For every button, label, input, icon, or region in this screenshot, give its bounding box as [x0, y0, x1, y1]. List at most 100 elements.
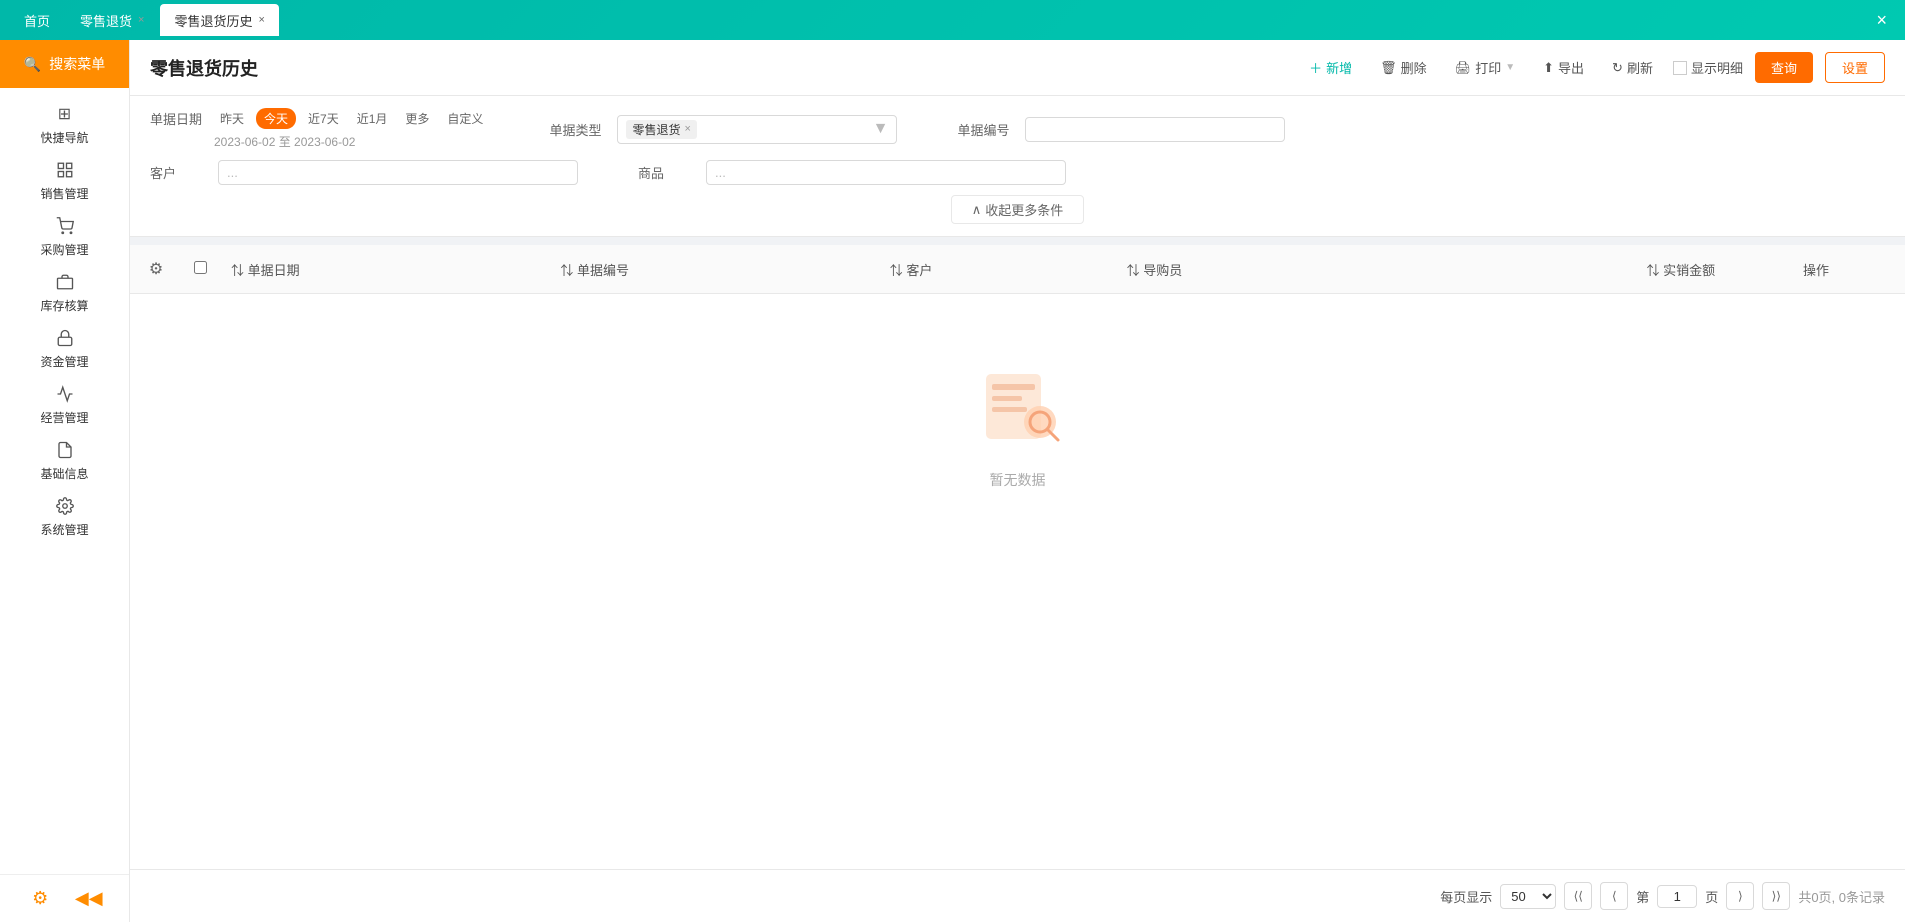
select-all-checkbox[interactable]	[194, 261, 207, 274]
sidebar-item-purchase[interactable]: 采购管理	[0, 208, 129, 264]
system-icon	[54, 495, 76, 517]
add-icon: ＋	[1309, 58, 1322, 77]
sidebar-item-inventory[interactable]: 库存核算	[0, 264, 129, 320]
date-btn-yesterday[interactable]: 昨天	[214, 108, 250, 129]
settings-gear-icon[interactable]: ⚙	[26, 885, 54, 913]
tab-list: 首页 零售退货 × 零售退货历史 ×	[10, 4, 1868, 36]
th-action-label: 操作	[1803, 263, 1829, 278]
first-page-btn[interactable]: ⟨⟨	[1564, 882, 1592, 910]
voucher-type-tag-close[interactable]: ×	[684, 123, 690, 135]
date-label: 单据日期	[150, 109, 210, 128]
per-page-select[interactable]: 50 10 20 100	[1500, 884, 1556, 909]
settings-button[interactable]: 设置	[1825, 52, 1885, 83]
refresh-icon: ↻	[1612, 60, 1623, 76]
th-customer-label: ⇅ 客户	[890, 263, 933, 278]
finance-icon	[54, 327, 76, 349]
tab-retail-return-history[interactable]: 零售退货历史 ×	[160, 4, 278, 36]
customer-placeholder: ...	[227, 165, 238, 180]
sidebar-item-finance[interactable]: 资金管理	[0, 320, 129, 376]
refresh-button[interactable]: ↻ 刷新	[1604, 54, 1661, 81]
voucher-type-tag: 零售退货 ×	[626, 120, 696, 139]
sidebar-item-system[interactable]: 系统管理	[0, 488, 129, 544]
th-customer[interactable]: ⇅ 客户	[878, 245, 1115, 294]
th-guide[interactable]: ⇅ 导购员	[1115, 245, 1398, 294]
page-input[interactable]	[1657, 885, 1697, 908]
page-total: 共0页, 0条记录	[1798, 887, 1885, 906]
th-date-label: ⇅ 单据日期	[231, 263, 300, 278]
voucher-no-filter: 单据编号	[957, 117, 1285, 142]
show-detail-wrap: 显示明细	[1673, 58, 1743, 77]
customer-select[interactable]: ...	[218, 160, 578, 185]
voucher-type-filter: 单据类型 零售退货 × ▼	[549, 115, 897, 144]
page-suffix: 页	[1705, 887, 1718, 906]
collapse-row: ∧ 收起更多条件	[150, 195, 1885, 224]
date-btn-custom[interactable]: 自定义	[441, 108, 489, 129]
query-button[interactable]: 查询	[1755, 52, 1813, 83]
print-icon: 🖨	[1455, 60, 1472, 76]
refresh-label: 刷新	[1627, 58, 1653, 77]
sidebar-item-label: 销售管理	[40, 185, 88, 202]
show-detail-checkbox[interactable]	[1673, 61, 1687, 75]
table-header-row: ⚙ ⇅ 单据日期 ⇅ 单据编号	[130, 245, 1905, 294]
date-btn-7days[interactable]: 近7天	[302, 108, 345, 129]
sidebar-item-label: 资金管理	[40, 353, 88, 370]
date-btn-more[interactable]: 更多	[399, 108, 435, 129]
print-label: 打印	[1475, 58, 1501, 77]
sidebar-item-operation[interactable]: 经营管理	[0, 376, 129, 432]
sidebar-item-sales[interactable]: 销售管理	[0, 152, 129, 208]
sales-icon	[54, 159, 76, 181]
sidebar-item-quick-nav[interactable]: ⊞ 快捷导航	[0, 96, 129, 152]
page-label: 第	[1636, 887, 1649, 906]
print-button[interactable]: 🖨 打印 ▼	[1447, 54, 1523, 81]
sidebar-item-basic-info[interactable]: 基础信息	[0, 432, 129, 488]
window-close-icon[interactable]: ×	[1868, 10, 1895, 31]
prev-page-btn[interactable]: ⟨	[1600, 882, 1628, 910]
next-page-btn[interactable]: ⟩	[1726, 882, 1754, 910]
filter-row-2: 客户 ... 商品 ...	[150, 160, 1885, 185]
date-btn-today[interactable]: 今天	[256, 108, 296, 129]
page-title: 零售退货历史	[150, 55, 258, 81]
empty-state: 暂无数据	[130, 294, 1905, 550]
last-page-btn[interactable]: ⟩⟩	[1762, 882, 1790, 910]
th-date[interactable]: ⇅ 单据日期	[219, 245, 548, 294]
sidebar-item-label: 库存核算	[40, 297, 88, 314]
voucher-type-dropdown-icon: ▼	[873, 120, 889, 138]
date-btn-1month[interactable]: 近1月	[351, 108, 394, 129]
th-checkbox	[182, 245, 219, 294]
tab-retail-return[interactable]: 零售退货 ×	[66, 4, 158, 36]
collapse-label: 收起更多条件	[985, 200, 1063, 219]
quick-nav-icon: ⊞	[54, 103, 76, 125]
sidebar-item-label: 系统管理	[40, 521, 88, 538]
collapse-icon: ∧	[972, 202, 982, 218]
delete-button[interactable]: 🗑 删除	[1372, 54, 1435, 81]
operation-icon	[54, 383, 76, 405]
export-icon: ⬆	[1543, 60, 1554, 76]
date-filter: 单据日期 昨天 今天 近7天 近1月 更多 自定义 2023-06-02 至 2…	[150, 108, 489, 150]
table-settings-icon[interactable]: ⚙	[142, 255, 170, 283]
add-button[interactable]: ＋ 新增	[1301, 54, 1360, 81]
audio-icon[interactable]: ◀◀	[75, 885, 103, 913]
tab-retail-return-label: 零售退货	[80, 11, 132, 30]
collapse-button[interactable]: ∧ 收起更多条件	[951, 195, 1085, 224]
goods-select[interactable]: ...	[706, 160, 1066, 185]
search-menu-label: 搜索菜单	[49, 54, 105, 74]
print-dropdown-icon: ▼	[1505, 62, 1515, 73]
search-menu-btn[interactable]: 🔍 搜索菜单	[0, 40, 129, 88]
th-amount-label: ⇅ 实销金额	[1646, 263, 1715, 278]
tab-retail-return-history-close[interactable]: ×	[258, 14, 264, 26]
tab-retail-return-close[interactable]: ×	[138, 14, 144, 26]
export-button[interactable]: ⬆ 导出	[1535, 54, 1592, 81]
th-no[interactable]: ⇅ 单据编号	[548, 245, 877, 294]
voucher-type-tag-text: 零售退货	[632, 121, 680, 138]
goods-filter: 商品 ...	[638, 160, 1066, 185]
data-table: ⚙ ⇅ 单据日期 ⇅ 单据编号	[130, 245, 1905, 294]
tab-home[interactable]: 首页	[10, 4, 64, 36]
customer-label: 客户	[150, 163, 210, 182]
per-page-label: 每页显示	[1440, 887, 1492, 906]
voucher-no-input[interactable]	[1025, 117, 1285, 142]
th-amount[interactable]: ⇅ 实销金额	[1398, 245, 1727, 294]
inventory-icon	[54, 271, 76, 293]
export-label: 导出	[1558, 58, 1584, 77]
customer-filter: 客户 ...	[150, 160, 578, 185]
voucher-type-select[interactable]: 零售退货 × ▼	[617, 115, 897, 144]
